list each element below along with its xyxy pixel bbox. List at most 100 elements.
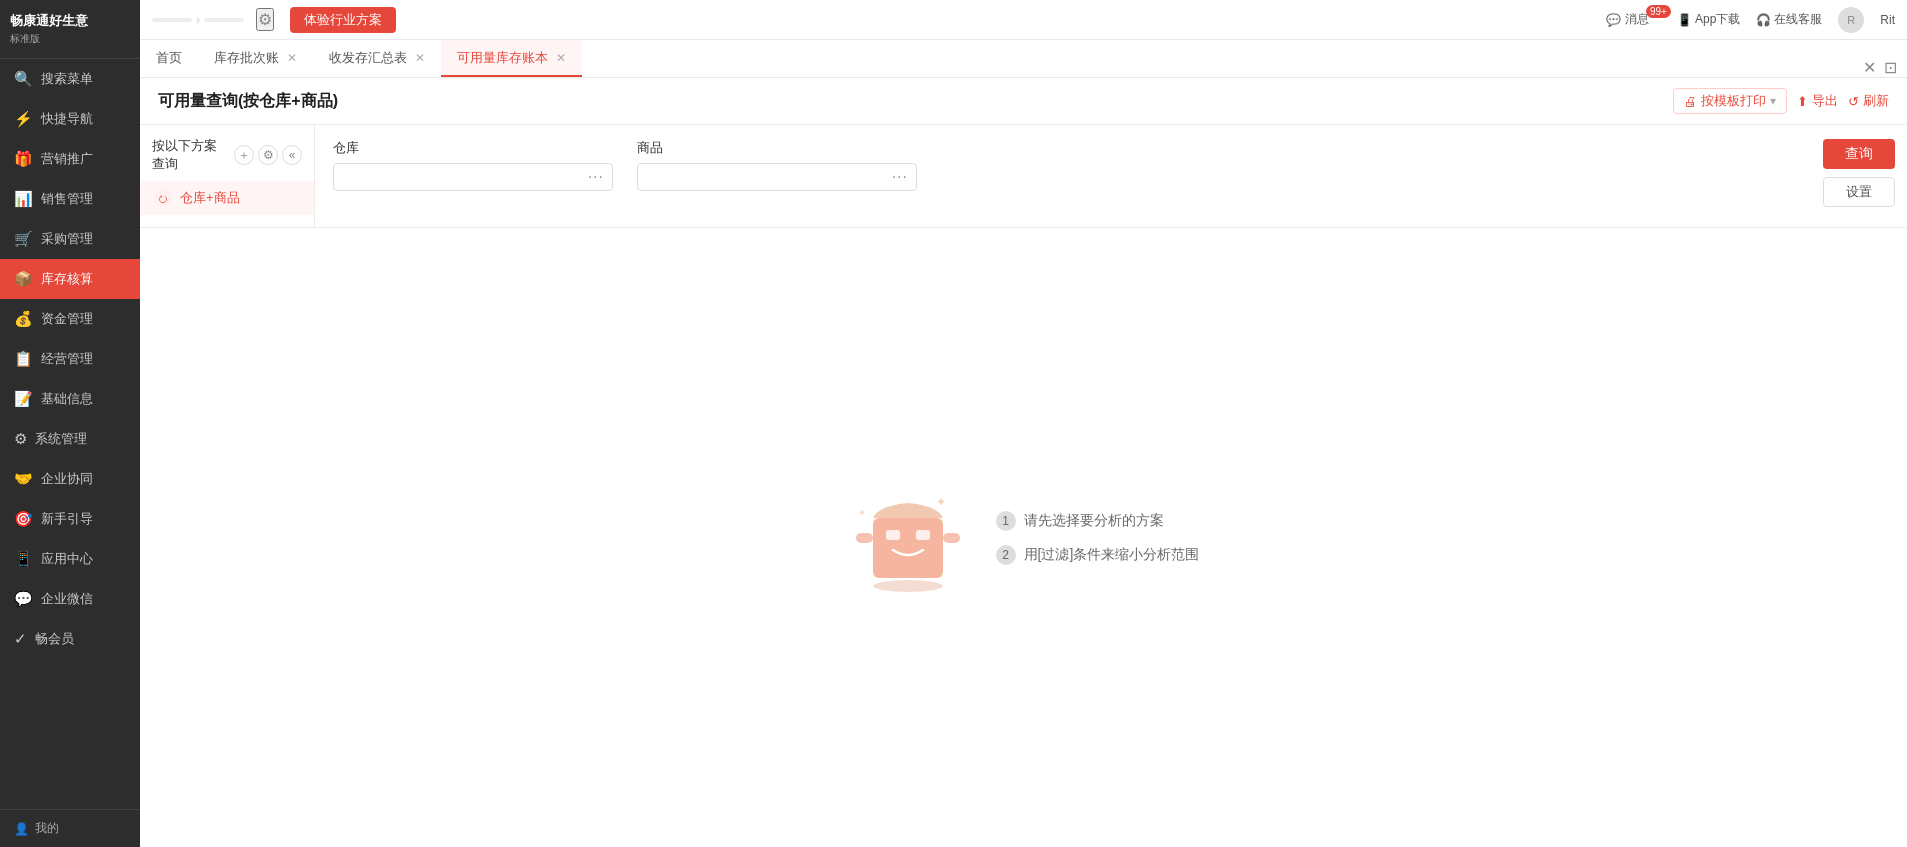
sidebar: 畅康通好生意 标准版 🔍 搜索菜单 ⚡ 快捷导航 🎁 营销推广 📊 销售管理 🛒… [0, 0, 140, 847]
app-logo: 畅康通好生意 标准版 [0, 0, 140, 59]
manage-scheme-button[interactable]: ⚙ [258, 145, 278, 165]
username-label[interactable]: Rit [1880, 13, 1895, 27]
sidebar-scroll: 🔍 搜索菜单 ⚡ 快捷导航 🎁 营销推广 📊 销售管理 🛒 采购管理 📦 库存核… [0, 59, 140, 809]
gear-button[interactable]: ⚙ [256, 8, 274, 31]
wxwork-icon: 💬 [14, 590, 33, 608]
tab-batch-account[interactable]: 库存批次账 ✕ [198, 40, 313, 77]
sidebar-item-purchase[interactable]: 🛒 采购管理 [0, 219, 140, 259]
purchase-icon: 🛒 [14, 230, 33, 248]
svg-rect-3 [856, 533, 873, 543]
query-buttons: 查询 设置 [1823, 125, 1907, 227]
scheme-label: 仓库+商品 [180, 189, 240, 207]
sidebar-item-finance[interactable]: 💰 资金管理 [0, 299, 140, 339]
sales-icon: 📊 [14, 190, 33, 208]
goods-input[interactable] [646, 170, 886, 185]
goods-field-group: 商品 ··· [637, 139, 917, 191]
query-sidebar-header: 按以下方案查询 ＋ ⚙ « [140, 137, 314, 181]
query-button[interactable]: 查询 [1823, 139, 1895, 169]
tab-stock-summary[interactable]: 收发存汇总表 ✕ [313, 40, 441, 77]
message-button[interactable]: 💬 消息 99+ [1606, 11, 1661, 28]
finance-icon: 💰 [14, 310, 33, 328]
svg-rect-0 [873, 518, 943, 578]
close-tab-button[interactable]: ✕ [1863, 58, 1876, 77]
empty-tips: 1 请先选择要分析的方案 2 用[过滤]条件来缩小分析范围 [996, 511, 1200, 565]
print-button[interactable]: 🖨 按模板打印 ▾ [1673, 88, 1787, 114]
tip-num-2: 2 [996, 545, 1016, 565]
goods-input-wrapper: ··· [637, 163, 917, 191]
svg-rect-4 [943, 533, 960, 543]
sidebar-item-search[interactable]: 🔍 搜索菜单 [0, 59, 140, 99]
scheme-warehouse-goods[interactable]: ⭮ 仓库+商品 [140, 181, 314, 215]
empty-tip-2: 2 用[过滤]条件来缩小分析范围 [996, 545, 1200, 565]
breadcrumb: › [152, 13, 244, 27]
tab-batch-account-close[interactable]: ✕ [287, 51, 297, 65]
empty-illustration: ✦ ✦ [848, 478, 968, 598]
avatar-initials: R [1847, 14, 1855, 26]
message-badge: 99+ [1646, 5, 1671, 18]
operation-icon: 📋 [14, 350, 33, 368]
query-fields: 仓库 ··· 商品 ··· [315, 125, 1823, 227]
query-area: 按以下方案查询 ＋ ⚙ « ⭮ 仓库+商品 仓库 [140, 125, 1907, 228]
setting-button[interactable]: 设置 [1823, 177, 1895, 207]
sidebar-item-member[interactable]: ✓ 畅会员 [0, 619, 140, 659]
sidebar-item-guide[interactable]: 🎯 新手引导 [0, 499, 140, 539]
refresh-label: 刷新 [1863, 92, 1889, 110]
sidebar-item-label: 新手引导 [41, 510, 93, 528]
tab-stock-summary-close[interactable]: ✕ [415, 51, 425, 65]
warehouse-input[interactable] [342, 170, 582, 185]
refresh-button[interactable]: ↺ 刷新 [1848, 92, 1889, 110]
avatar[interactable]: R [1838, 7, 1864, 33]
print-label: 按模板打印 [1701, 92, 1766, 110]
sidebar-item-inventory[interactable]: 📦 库存核算 [0, 259, 140, 299]
message-icon: 💬 [1606, 13, 1621, 27]
tabs-bar: 首页 库存批次账 ✕ 收发存汇总表 ✕ 可用量库存账本 ✕ ✕ ⊡ [140, 40, 1907, 78]
warehouse-input-wrapper: ··· [333, 163, 613, 191]
sidebar-item-wxwork[interactable]: 💬 企业微信 [0, 579, 140, 619]
export-icon: ⬆ [1797, 94, 1808, 109]
page-actions: 🖨 按模板打印 ▾ ⬆ 导出 ↺ 刷新 [1673, 88, 1889, 114]
sidebar-item-label: 经营管理 [41, 350, 93, 368]
sidebar-bottom[interactable]: 👤 我的 [0, 809, 140, 847]
tab-home[interactable]: 首页 [140, 40, 198, 77]
sidebar-item-sales[interactable]: 📊 销售管理 [0, 179, 140, 219]
search-icon: 🔍 [14, 70, 33, 88]
sidebar-item-marketing[interactable]: 🎁 营销推广 [0, 139, 140, 179]
page-title: 可用量查询(按仓库+商品) [158, 91, 338, 112]
sidebar-item-label: 企业协同 [41, 470, 93, 488]
svg-point-5 [873, 580, 943, 592]
sidebar-item-quicknav[interactable]: ⚡ 快捷导航 [0, 99, 140, 139]
breadcrumb-item2 [204, 18, 244, 22]
print-icon: 🖨 [1684, 94, 1697, 109]
app-download-button[interactable]: 📱 App下载 [1677, 11, 1740, 28]
sidebar-item-label: 营销推广 [41, 150, 93, 168]
sidebar-item-label: 销售管理 [41, 190, 93, 208]
warehouse-more-button[interactable]: ··· [588, 168, 604, 186]
tab-available-inventory-close[interactable]: ✕ [556, 51, 566, 65]
add-scheme-button[interactable]: ＋ [234, 145, 254, 165]
export-button[interactable]: ⬆ 导出 [1797, 92, 1838, 110]
trial-industry-button[interactable]: 体验行业方案 [290, 7, 396, 33]
tip-text-1: 请先选择要分析的方案 [1024, 512, 1164, 530]
marketing-icon: 🎁 [14, 150, 33, 168]
headset-icon: 🎧 [1756, 13, 1771, 27]
quicknav-icon: ⚡ [14, 110, 33, 128]
online-service-button[interactable]: 🎧 在线客服 [1756, 11, 1822, 28]
empty-robot-svg: ✦ ✦ [848, 478, 968, 598]
appstore-icon: 📱 [14, 550, 33, 568]
sidebar-item-system[interactable]: ⚙ 系统管理 [0, 419, 140, 459]
system-icon: ⚙ [14, 430, 27, 448]
collapse-scheme-button[interactable]: « [282, 145, 302, 165]
breadcrumb-item1 [152, 18, 192, 22]
sidebar-item-appstore[interactable]: 📱 应用中心 [0, 539, 140, 579]
tab-available-inventory[interactable]: 可用量库存账本 ✕ [441, 40, 582, 77]
sidebar-item-basic[interactable]: 📝 基础信息 [0, 379, 140, 419]
sidebar-item-label: 基础信息 [41, 390, 93, 408]
expand-tab-button[interactable]: ⊡ [1884, 58, 1897, 77]
sidebar-item-collab[interactable]: 🤝 企业协同 [0, 459, 140, 499]
svg-text:✦: ✦ [858, 507, 866, 518]
breadcrumb-sep: › [196, 13, 200, 27]
app-title: 畅康通好生意 [10, 12, 130, 30]
content-area: 可用量查询(按仓库+商品) 🖨 按模板打印 ▾ ⬆ 导出 ↺ 刷新 [140, 78, 1907, 847]
goods-more-button[interactable]: ··· [892, 168, 908, 186]
sidebar-item-operation[interactable]: 📋 经营管理 [0, 339, 140, 379]
